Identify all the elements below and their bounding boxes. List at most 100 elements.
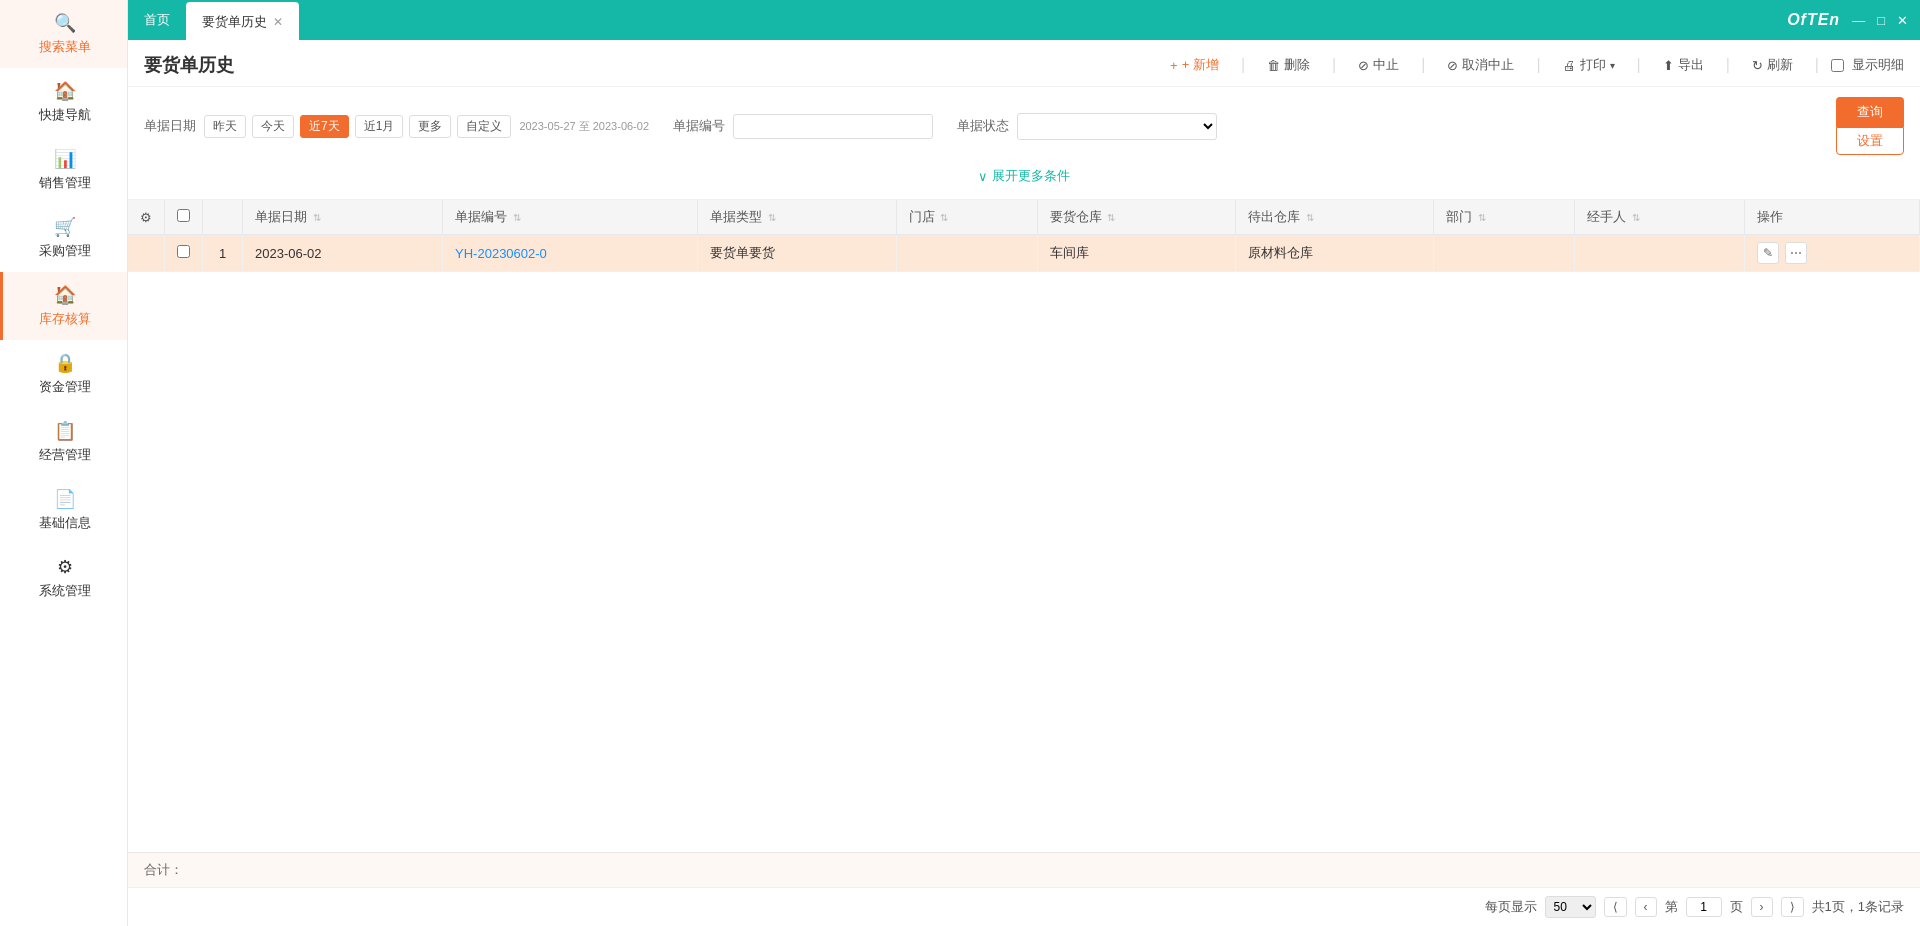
print-icon: 🖨 bbox=[1563, 58, 1576, 73]
sort-date-icon: ⇅ bbox=[313, 212, 321, 223]
print-button[interactable]: 🖨 打印 ▾ bbox=[1553, 52, 1625, 78]
col-store[interactable]: 门店 ⇅ bbox=[896, 200, 1037, 235]
date-btn-1month[interactable]: 近1月 bbox=[355, 115, 404, 138]
next-page-btn[interactable]: › bbox=[1751, 897, 1773, 917]
cell-doc-type: 要货单要货 bbox=[698, 235, 896, 272]
row-more-btn[interactable]: ⋯ bbox=[1785, 242, 1807, 264]
date-btn-yesterday[interactable]: 昨天 bbox=[204, 115, 246, 138]
date-btn-today[interactable]: 今天 bbox=[252, 115, 294, 138]
query-button[interactable]: 查询 bbox=[1836, 97, 1904, 127]
date-btn-more[interactable]: 更多 bbox=[409, 115, 451, 138]
stop-icon: ⊘ bbox=[1358, 58, 1369, 73]
col-date[interactable]: 单据日期 ⇅ bbox=[243, 200, 443, 235]
select-all-checkbox[interactable] bbox=[177, 209, 190, 222]
cell-store bbox=[896, 235, 1037, 272]
window-maximize-btn[interactable]: □ bbox=[1877, 13, 1885, 28]
delete-icon: 🗑 bbox=[1267, 58, 1280, 73]
sort-req-wh-icon: ⇅ bbox=[1107, 212, 1115, 223]
cancel-stop-button[interactable]: ⊘ 取消中止 bbox=[1437, 52, 1524, 78]
date-btn-custom[interactable]: 自定义 bbox=[457, 115, 511, 138]
col-handler[interactable]: 经手人 ⇅ bbox=[1575, 200, 1745, 235]
sidebar-item-quick-nav[interactable]: 🏠 快捷导航 bbox=[0, 68, 127, 136]
date-filter-label: 单据日期 bbox=[144, 117, 196, 135]
stop-button[interactable]: ⊘ 中止 bbox=[1348, 52, 1409, 78]
first-page-btn[interactable]: ⟨ bbox=[1604, 897, 1627, 917]
cell-action: ✎ ⋯ bbox=[1745, 235, 1920, 272]
page-input[interactable] bbox=[1686, 897, 1722, 917]
cell-doc-no: YH-20230602-0 bbox=[443, 235, 698, 272]
query-settings-group: 查询 设置 bbox=[1836, 97, 1904, 155]
expand-more-btn[interactable]: ∨ 展开更多条件 bbox=[144, 163, 1904, 189]
delete-button[interactable]: 🗑 删除 bbox=[1257, 52, 1320, 78]
col-doc-no[interactable]: 单据编号 ⇅ bbox=[443, 200, 698, 235]
row-checkbox[interactable] bbox=[177, 245, 190, 258]
col-req-warehouse[interactable]: 要货仓库 ⇅ bbox=[1037, 200, 1235, 235]
prev-page-btn[interactable]: ‹ bbox=[1635, 897, 1657, 917]
pagination-bar: 每页显示 10 20 50 100 ⟨ ‹ 第 页 › ⟩ 共1页，1条记录 bbox=[128, 887, 1920, 926]
status-label: 单据状态 bbox=[957, 117, 1009, 135]
doc-no-input[interactable] bbox=[733, 114, 933, 139]
col-action: 操作 bbox=[1745, 200, 1920, 235]
col-num bbox=[203, 200, 243, 235]
settings-button[interactable]: 设置 bbox=[1836, 127, 1904, 155]
display-cell-checkbox[interactable] bbox=[1831, 59, 1844, 72]
main-table: ⚙ 单据日期 ⇅ 单据编号 ⇅ bbox=[128, 200, 1920, 272]
table-row: 1 2023-06-02 YH-20230602-0 要货单要货 车间库 原材料… bbox=[128, 235, 1920, 272]
col-department[interactable]: 部门 ⇅ bbox=[1434, 200, 1575, 235]
export-button[interactable]: ⬆ 导出 bbox=[1653, 52, 1714, 78]
tab-close-icon[interactable]: ✕ bbox=[273, 15, 283, 29]
topbar-right: OfTEn — □ ✕ bbox=[1787, 11, 1920, 29]
tab-order-history-label: 要货单历史 bbox=[202, 13, 267, 31]
cell-pending-warehouse: 原材料仓库 bbox=[1235, 235, 1433, 272]
last-page-btn[interactable]: ⟩ bbox=[1781, 897, 1804, 917]
sidebar-item-label-base-info: 基础信息 bbox=[39, 514, 91, 532]
date-buttons: 昨天 今天 近7天 近1月 更多 自定义 bbox=[204, 115, 511, 138]
date-btn-7days[interactable]: 近7天 bbox=[300, 115, 349, 138]
sidebar-item-operations[interactable]: 📋 经营管理 bbox=[0, 408, 127, 476]
sidebar-item-system[interactable]: ⚙ 系统管理 bbox=[0, 544, 127, 612]
print-dropdown-icon: ▾ bbox=[1610, 60, 1615, 71]
sidebar-item-search-menu[interactable]: 🔍 搜索菜单 bbox=[0, 0, 127, 68]
page-header: 要货单历史 + + 新增 | 🗑 删除 | ⊘ 中止 | ⊘ bbox=[128, 40, 1920, 87]
col-settings[interactable]: ⚙ bbox=[128, 200, 165, 235]
sidebar: 🔍 搜索菜单 🏠 快捷导航 📊 销售管理 🛒 采购管理 🏠 库存核算 🔒 资金管… bbox=[0, 0, 128, 926]
sidebar-item-base-info[interactable]: 📄 基础信息 bbox=[0, 476, 127, 544]
display-cell-button[interactable]: 显示明细 bbox=[1831, 56, 1904, 74]
col-doc-type[interactable]: 单据类型 ⇅ bbox=[698, 200, 896, 235]
row-edit-btn[interactable]: ✎ bbox=[1757, 242, 1779, 264]
sort-pend-wh-icon: ⇅ bbox=[1306, 212, 1314, 223]
sidebar-item-sales[interactable]: 📊 销售管理 bbox=[0, 136, 127, 204]
cell-req-warehouse: 车间库 bbox=[1037, 235, 1235, 272]
sidebar-item-finance[interactable]: 🔒 资金管理 bbox=[0, 340, 127, 408]
status-select[interactable] bbox=[1017, 113, 1217, 140]
finance-icon: 🔒 bbox=[54, 352, 76, 374]
sidebar-item-inventory[interactable]: 🏠 库存核算 bbox=[0, 272, 127, 340]
date-range-display: 2023-05-27 至 2023-06-02 bbox=[519, 119, 649, 134]
chevron-down-icon: ∨ bbox=[978, 169, 988, 184]
main-area: 首页 要货单历史 ✕ OfTEn — □ ✕ 要货单历史 + + 新增 | 🗑 bbox=[128, 0, 1920, 926]
inventory-icon: 🏠 bbox=[54, 284, 76, 306]
sidebar-item-purchase[interactable]: 🛒 采购管理 bbox=[0, 204, 127, 272]
sort-handler-icon: ⇅ bbox=[1632, 212, 1640, 223]
window-close-btn[interactable]: ✕ bbox=[1897, 13, 1908, 28]
sidebar-item-label-purchase: 采购管理 bbox=[39, 242, 91, 260]
tab-order-history[interactable]: 要货单历史 ✕ bbox=[186, 2, 299, 42]
page-title: 要货单历史 bbox=[144, 53, 234, 77]
refresh-button[interactable]: ↻ 刷新 bbox=[1742, 52, 1803, 78]
table-footer: 合计： bbox=[128, 852, 1920, 887]
col-pending-warehouse[interactable]: 待出仓库 ⇅ bbox=[1235, 200, 1433, 235]
system-icon: ⚙ bbox=[57, 556, 73, 578]
status-filter-group: 单据状态 bbox=[957, 113, 1217, 140]
cell-handler bbox=[1575, 235, 1745, 272]
page-suffix: 页 bbox=[1730, 898, 1743, 916]
window-minimize-btn[interactable]: — bbox=[1852, 13, 1865, 28]
doc-no-link[interactable]: YH-20230602-0 bbox=[455, 246, 547, 261]
page-label: 第 bbox=[1665, 898, 1678, 916]
new-button[interactable]: + + 新增 bbox=[1160, 52, 1229, 78]
sort-store-icon: ⇅ bbox=[940, 212, 948, 223]
total-label: 合计： bbox=[144, 861, 183, 879]
date-filter-group: 单据日期 昨天 今天 近7天 近1月 更多 自定义 2023-05-27 至 2… bbox=[144, 115, 649, 138]
doc-no-label: 单据编号 bbox=[673, 117, 725, 135]
page-size-select[interactable]: 10 20 50 100 bbox=[1545, 896, 1596, 918]
tab-home[interactable]: 首页 bbox=[128, 0, 186, 40]
